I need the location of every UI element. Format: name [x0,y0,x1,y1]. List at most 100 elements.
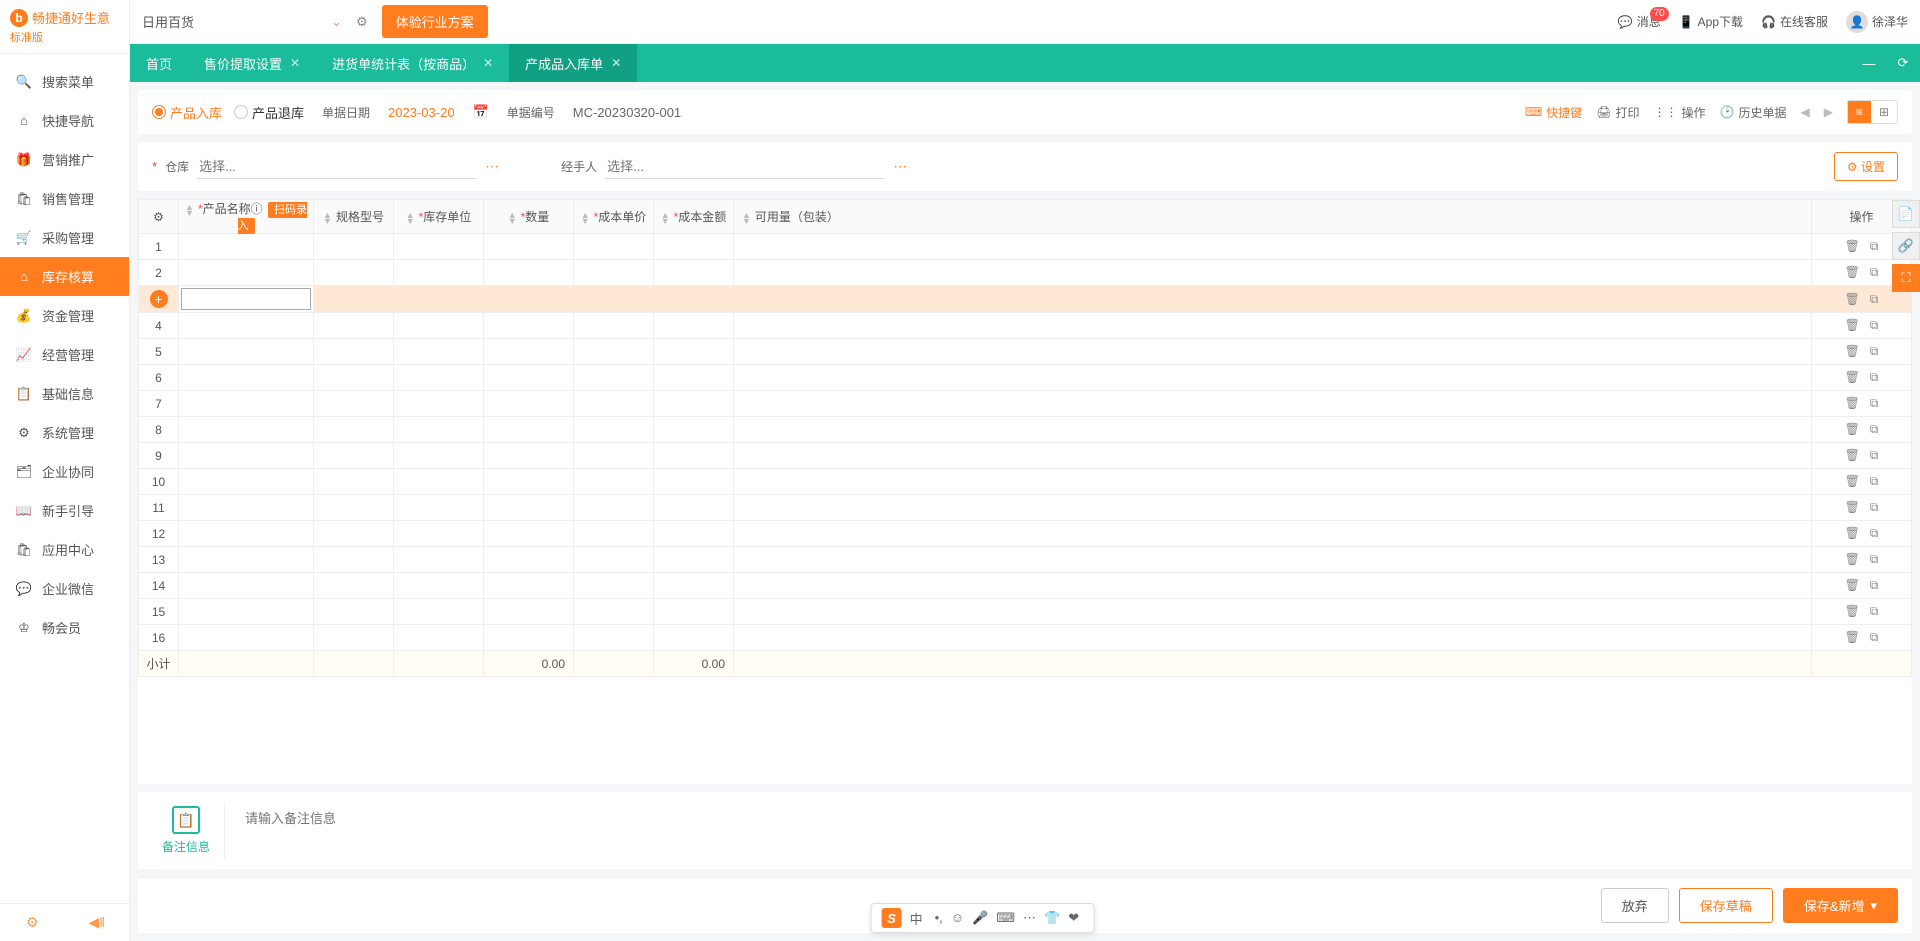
delete-icon[interactable]: 🗑 [1845,604,1860,619]
nav-item-8[interactable]: 📋基础信息 [0,374,129,413]
th-gear[interactable]: ⚙ [139,200,179,234]
nav-item-12[interactable]: 🛍应用中心 [0,530,129,569]
table-row[interactable]: 13 🗑⧉ [139,547,1912,573]
nav-item-2[interactable]: 🎁营销推广 [0,140,129,179]
messages-button[interactable]: 💬 消息 70 [1618,13,1661,30]
ime-icon[interactable]: 🎤 [972,910,988,925]
nav-item-0[interactable]: 🔍搜索菜单 [0,62,129,101]
settings-icon[interactable]: ⚙ [0,904,65,941]
th-amount[interactable]: ▲▼*成本金额 [654,200,734,234]
delete-icon[interactable]: 🗑 [1845,239,1860,254]
table-row[interactable]: 14 🗑⧉ [139,573,1912,599]
date-value[interactable]: 2023-03-20 [388,105,455,120]
copy-icon[interactable]: ⧉ [1870,370,1879,385]
delete-icon[interactable]: 🗑 [1845,500,1860,515]
copy-icon[interactable]: ⧉ [1870,318,1879,333]
delete-icon[interactable]: 🗑 [1845,630,1860,645]
th-qty[interactable]: ▲▼*数量 [484,200,574,234]
copy-icon[interactable]: ⧉ [1870,604,1879,619]
prev-icon[interactable]: ◀ [1800,105,1809,119]
nav-item-14[interactable]: ♔畅会员 [0,608,129,647]
copy-icon[interactable]: ⧉ [1870,552,1879,567]
radio-product-out[interactable]: 产品退库 [234,103,304,122]
save-button[interactable]: 保存&新增▾ [1783,888,1898,923]
delete-icon[interactable]: 🗑 [1845,344,1860,359]
ime-icon[interactable]: 👕 [1044,910,1060,925]
copy-icon[interactable]: ⧉ [1870,265,1879,280]
ime-icon[interactable]: ❤ [1068,910,1079,925]
history-button[interactable]: 🕑历史单据 [1719,104,1786,121]
view-list[interactable]: ≡ [1848,101,1871,123]
product-name-input[interactable] [181,288,311,310]
settings-button[interactable]: ⚙ 设置 [1834,152,1898,181]
user-menu[interactable]: 👤 徐泽华 [1846,11,1908,33]
add-row-icon[interactable]: + [150,290,168,308]
ime-lang[interactable]: 中 [910,909,923,928]
table-row[interactable]: 1 🗑⧉ [139,234,1912,260]
delete-icon[interactable]: 🗑 [1845,448,1860,463]
print-button[interactable]: 🖨打印 [1596,104,1639,121]
copy-icon[interactable]: ⧉ [1870,526,1879,541]
service-button[interactable]: 🎧 在线客服 [1761,13,1828,30]
collapse-icon[interactable]: ◀‖ [65,904,130,941]
copy-icon[interactable]: ⧉ [1870,474,1879,489]
nav-item-3[interactable]: 🛍销售管理 [0,179,129,218]
delete-icon[interactable]: 🗑 [1845,422,1860,437]
copy-icon[interactable]: ⧉ [1870,344,1879,359]
close-icon[interactable]: ✕ [483,56,493,70]
nav-item-5[interactable]: ⌂库存核算 [0,257,129,296]
table-row[interactable]: 10 🗑⧉ [139,469,1912,495]
nav-item-10[interactable]: 🗂企业协同 [0,452,129,491]
cta-button[interactable]: 体验行业方案 [382,5,488,38]
table-row[interactable]: 12 🗑⧉ [139,521,1912,547]
close-icon[interactable]: ✕ [611,56,621,70]
warehouse-input[interactable] [197,155,477,179]
delete-icon[interactable]: 🗑 [1845,292,1860,307]
copy-icon[interactable]: ⧉ [1870,448,1879,463]
ime-bar[interactable]: S 中 •,☺🎤⌨⋯👕❤ [871,903,1095,933]
copy-icon[interactable]: ⧉ [1870,500,1879,515]
table-row[interactable]: 6 🗑⧉ [139,365,1912,391]
copy-icon[interactable]: ⧉ [1870,239,1879,254]
handler-more[interactable]: ⋯ [893,158,909,175]
copy-icon[interactable]: ⧉ [1870,578,1879,593]
th-available[interactable]: ▲▼可用量（包装） [734,200,1812,234]
gear-icon[interactable]: ⚙ [352,10,372,34]
ime-icon[interactable]: •, [935,910,943,925]
table-row[interactable]: 4 🗑⧉ [139,313,1912,339]
download-button[interactable]: 📱 App下载 [1679,13,1743,30]
ime-icon[interactable]: ⌨ [996,910,1015,925]
delete-icon[interactable]: 🗑 [1845,318,1860,333]
side-tool-3[interactable]: ⛶ [1892,264,1920,292]
calendar-icon[interactable]: 📅 [473,104,489,120]
table-row[interactable]: + 🗑 ⧉ [139,286,1912,313]
discard-button[interactable]: 放弃 [1601,888,1669,923]
nav-item-4[interactable]: 🛒采购管理 [0,218,129,257]
nav-item-13[interactable]: 💬企业微信 [0,569,129,608]
delete-icon[interactable]: 🗑 [1845,578,1860,593]
th-name[interactable]: ▲▼*产品名称ⓘ 扫码录入 [179,200,314,234]
nav-item-6[interactable]: 💰资金管理 [0,296,129,335]
table-row[interactable]: 9 🗑⧉ [139,443,1912,469]
side-tool-2[interactable]: 🔗 [1892,232,1920,260]
table-row[interactable]: 2 🗑⧉ [139,260,1912,286]
nav-item-9[interactable]: ⚙系统管理 [0,413,129,452]
copy-icon[interactable]: ⧉ [1870,422,1879,437]
ime-icon[interactable]: ⋯ [1023,910,1036,925]
th-price[interactable]: ▲▼*成本单价 [574,200,654,234]
tab-minimize[interactable]: — [1852,44,1886,82]
table-row[interactable]: 8 🗑⧉ [139,417,1912,443]
delete-icon[interactable]: 🗑 [1845,370,1860,385]
tab-0[interactable]: 首页 [130,44,188,82]
table-row[interactable]: 15 🗑⧉ [139,599,1912,625]
copy-icon[interactable]: ⧉ [1870,396,1879,411]
table-row[interactable]: 16 🗑⧉ [139,625,1912,651]
delete-icon[interactable]: 🗑 [1845,552,1860,567]
draft-button[interactable]: 保存草稿 [1679,888,1773,923]
copy-icon[interactable]: ⧉ [1870,292,1879,307]
operate-button[interactable]: ⋮⋮操作 [1653,104,1705,121]
table-row[interactable]: 5 🗑⧉ [139,339,1912,365]
table-row[interactable]: 7 🗑⧉ [139,391,1912,417]
tab-2[interactable]: 进货单统计表（按商品）✕ [316,44,509,82]
delete-icon[interactable]: 🗑 [1845,526,1860,541]
